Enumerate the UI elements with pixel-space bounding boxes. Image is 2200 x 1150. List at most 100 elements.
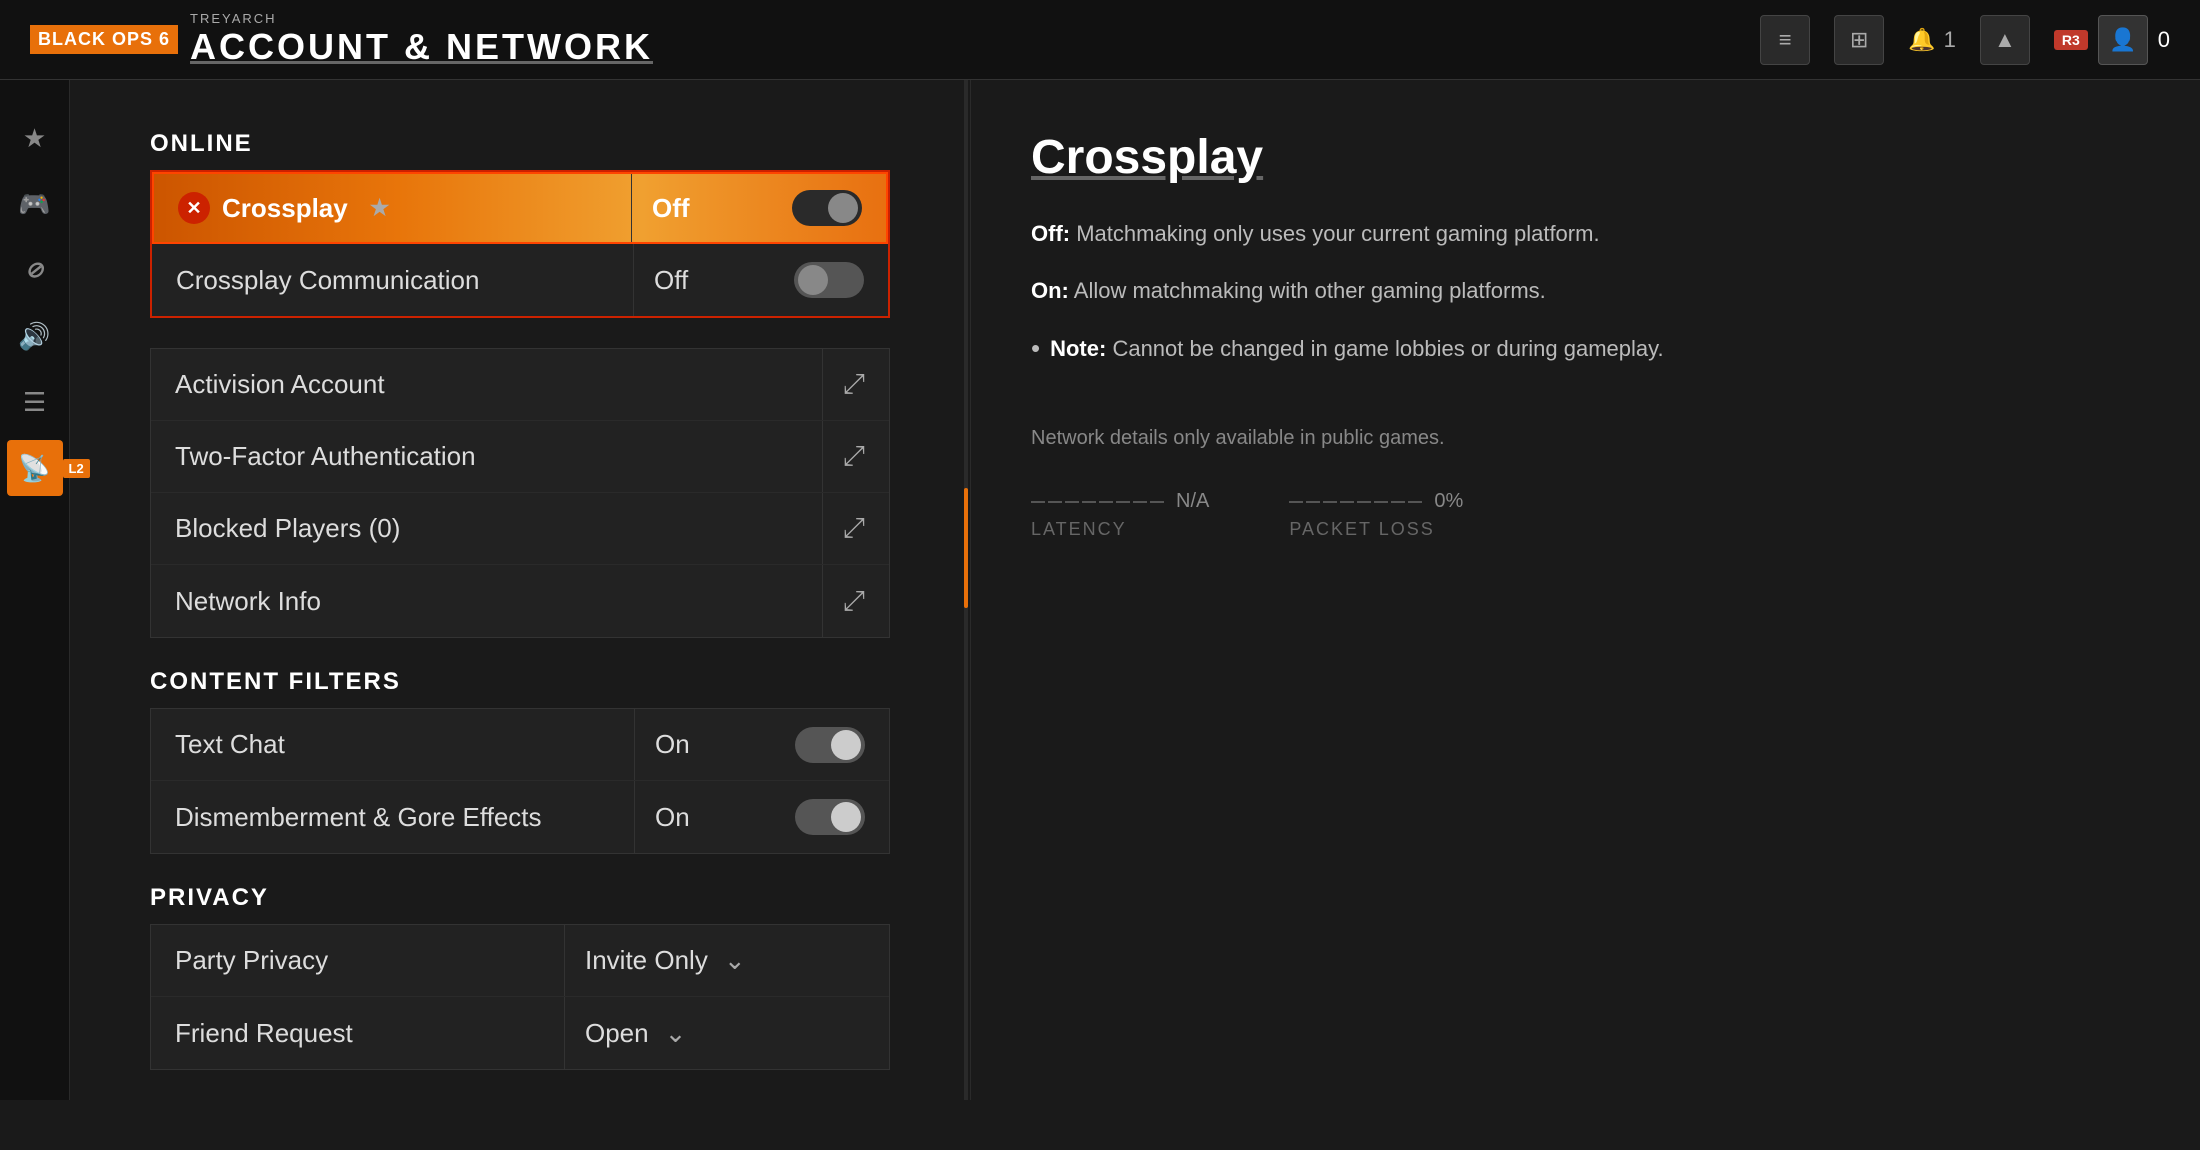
crossplay-communication-value: Off bbox=[654, 265, 774, 296]
logo-subtitle: TREYARCH bbox=[190, 11, 653, 26]
gore-effects-text: Dismemberment & Gore Effects bbox=[175, 802, 542, 833]
friend-request-row[interactable]: Friend Request Open ⌄ bbox=[151, 997, 889, 1069]
grid-icon-button[interactable]: ⊞ bbox=[1834, 15, 1884, 65]
note-bullet: • bbox=[1031, 330, 1040, 366]
dash-4 bbox=[1082, 501, 1096, 503]
note-text: Note: Cannot be changed in game lobbies … bbox=[1050, 330, 1664, 367]
packet-loss-value: 0% bbox=[1434, 490, 1463, 513]
sidebar-item-content[interactable]: ☰ bbox=[7, 374, 63, 430]
gore-effects-row[interactable]: Dismemberment & Gore Effects On bbox=[151, 781, 889, 853]
desc-off-line: Off: Matchmaking only uses your current … bbox=[1031, 215, 2140, 252]
top-right-icons: ≡ ⊞ 🔔 1 ▲ R3 👤 0 bbox=[1760, 15, 2170, 65]
gore-effects-toggle[interactable] bbox=[795, 799, 865, 835]
network-info-external-icon: ⤢ bbox=[843, 585, 865, 618]
packet-loss-label: PACKET LOSS bbox=[1289, 519, 1463, 540]
note-body-text: Cannot be changed in game lobbies or dur… bbox=[1112, 336, 1663, 361]
act-divider bbox=[822, 349, 823, 420]
scroll-track bbox=[964, 80, 968, 1100]
audio-icon: 🔊 bbox=[18, 321, 50, 352]
text-chat-row[interactable]: Text Chat On bbox=[151, 709, 889, 781]
crossplay-communication-label-text: Crossplay Communication bbox=[176, 265, 479, 296]
on-keyword: On: bbox=[1031, 278, 1069, 303]
text-chat-label: Text Chat bbox=[175, 729, 614, 760]
ge-divider bbox=[634, 781, 635, 853]
profile-count: 0 bbox=[2158, 27, 2170, 53]
left-sidebar: ★ 🎮 ⊘ 🔊 ☰ 📡 L2 bbox=[0, 80, 70, 1100]
network-info-row[interactable]: Network Info ⤢ bbox=[151, 565, 889, 637]
on-text: Allow matchmaking with other gaming plat… bbox=[1074, 278, 1546, 303]
tfa-divider bbox=[822, 421, 823, 492]
network-stats: N/A LATENCY 0% bbox=[1031, 490, 2140, 540]
pdash-4 bbox=[1340, 501, 1354, 503]
crossplay-row[interactable]: ✕ Crossplay ★ Off bbox=[152, 172, 888, 244]
online-section-label: ONLINE bbox=[150, 130, 890, 158]
latency-line: N/A bbox=[1031, 490, 1209, 513]
crossplay-communication-toggle[interactable] bbox=[794, 262, 864, 298]
text-chat-value: On bbox=[655, 729, 775, 760]
pdash-1 bbox=[1289, 501, 1303, 503]
main-content: ONLINE ✕ Crossplay ★ Off bbox=[70, 80, 2200, 1100]
x-circle-icon: ✕ bbox=[178, 192, 210, 224]
activision-account-row[interactable]: Activision Account ⤢ bbox=[151, 349, 889, 421]
dash-5 bbox=[1099, 501, 1113, 503]
crossplay-toggle[interactable] bbox=[792, 190, 862, 226]
description-title: Crossplay bbox=[1031, 130, 2140, 185]
dash-8 bbox=[1150, 501, 1164, 503]
two-factor-auth-row[interactable]: Two-Factor Authentication ⤢ bbox=[151, 421, 889, 493]
off-text: Matchmaking only uses your current gamin… bbox=[1076, 221, 1599, 246]
profile-area: R3 👤 0 bbox=[2054, 15, 2170, 65]
pp-divider bbox=[564, 925, 565, 996]
gore-effects-toggle-knob bbox=[831, 802, 861, 832]
profile-badge: R3 bbox=[2054, 30, 2088, 50]
logo-text: BLACK OPS 6 bbox=[38, 29, 170, 49]
crossplay-comm-divider bbox=[633, 244, 634, 316]
pdash-8 bbox=[1408, 501, 1422, 503]
party-privacy-chevron-down-icon: ⌄ bbox=[724, 945, 746, 976]
star-icon: ★ bbox=[23, 123, 46, 154]
pdash-6 bbox=[1374, 501, 1388, 503]
packet-loss-dashes bbox=[1289, 501, 1422, 503]
menu-icon: ≡ bbox=[1779, 27, 1792, 53]
activision-account-label: Activision Account bbox=[175, 369, 802, 400]
party-privacy-row[interactable]: Party Privacy Invite Only ⌄ bbox=[151, 925, 889, 997]
crossplay-communication-row[interactable]: Crossplay Communication Off bbox=[152, 244, 888, 316]
sidebar-item-favorites[interactable]: ★ bbox=[7, 110, 63, 166]
friend-request-dropdown[interactable]: Open ⌄ bbox=[585, 1018, 865, 1049]
blocked-players-external-icon: ⤢ bbox=[843, 512, 865, 545]
latency-label: LATENCY bbox=[1031, 519, 1209, 540]
text-chat-toggle[interactable] bbox=[795, 727, 865, 763]
desc-note-line: • Note: Cannot be changed in game lobbie… bbox=[1031, 330, 2140, 367]
description-panel: Crossplay Off: Matchmaking only uses you… bbox=[970, 80, 2200, 1100]
blocked-players-label: Blocked Players (0) bbox=[175, 513, 802, 544]
activision-external-icon: ⤢ bbox=[843, 368, 865, 401]
two-factor-auth-label: Two-Factor Authentication bbox=[175, 441, 802, 472]
dash-6 bbox=[1116, 501, 1130, 503]
page-title-area: TREYARCH ACCOUNT & NETWORK bbox=[190, 11, 653, 68]
sidebar-item-controller[interactable]: 🎮 bbox=[7, 176, 63, 232]
crossplay-toggle-knob bbox=[828, 193, 858, 223]
menu-icon-button[interactable]: ≡ bbox=[1760, 15, 1810, 65]
party-privacy-dropdown[interactable]: Invite Only ⌄ bbox=[585, 945, 865, 976]
sidebar-item-audio[interactable]: 🔊 bbox=[7, 308, 63, 364]
content-icon: ☰ bbox=[23, 387, 46, 418]
arrow-icon-button[interactable]: ▲ bbox=[1980, 15, 2030, 65]
scroll-thumb[interactable] bbox=[964, 488, 968, 608]
profile-icon[interactable]: 👤 bbox=[2098, 15, 2148, 65]
pdash-3 bbox=[1323, 501, 1337, 503]
sidebar-item-network[interactable]: 📡 L2 bbox=[7, 440, 63, 496]
notification-area[interactable]: 🔔 1 bbox=[1908, 27, 1956, 53]
controller-icon: 🎮 bbox=[18, 189, 50, 220]
dash-3 bbox=[1065, 501, 1079, 503]
pdash-5 bbox=[1357, 501, 1371, 503]
crossplay-comm-toggle-knob bbox=[798, 265, 828, 295]
party-privacy-value: Invite Only bbox=[585, 945, 708, 976]
party-privacy-text: Party Privacy bbox=[175, 945, 328, 976]
description-body: Off: Matchmaking only uses your current … bbox=[1031, 215, 2140, 367]
dash-7 bbox=[1133, 501, 1147, 503]
latency-stat: N/A LATENCY bbox=[1031, 490, 1209, 540]
pdash-7 bbox=[1391, 501, 1405, 503]
network-note: Network details only available in public… bbox=[1031, 427, 2140, 450]
settings-panel: ONLINE ✕ Crossplay ★ Off bbox=[70, 80, 970, 1150]
sidebar-item-interface[interactable]: ⊘ bbox=[7, 242, 63, 298]
blocked-players-row[interactable]: Blocked Players (0) ⤢ bbox=[151, 493, 889, 565]
